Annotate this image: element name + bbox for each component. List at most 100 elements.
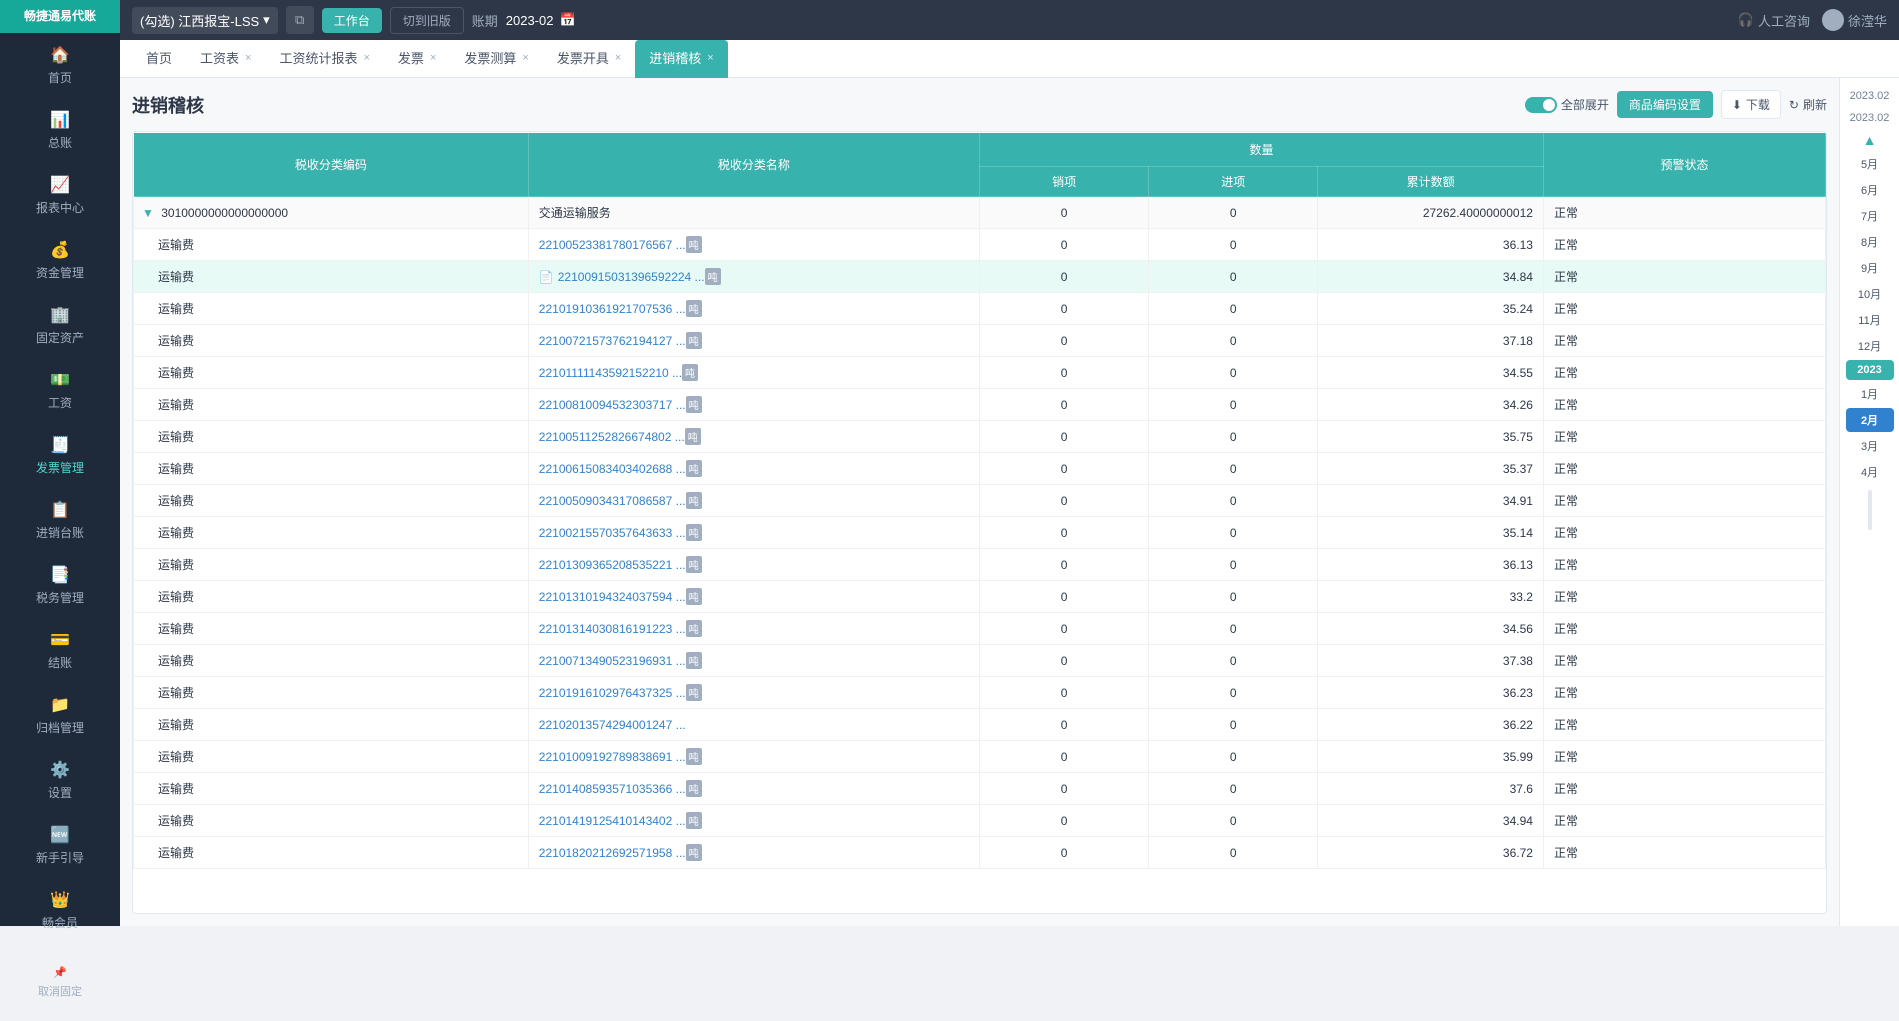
calendar-month-3[interactable]: 3月 (1846, 434, 1894, 458)
table-row[interactable]: 运输费 22101314030816191223 ...吨 0 0 34.56 … (134, 613, 1826, 645)
tab-close-invoice-verify[interactable]: × (707, 52, 713, 64)
calendar-month-10[interactable]: 10月 (1846, 282, 1894, 306)
col-tax-name: 税收分类名称 (528, 133, 979, 197)
item-status-cell: 正常 (1543, 229, 1825, 261)
invoice-mgmt-icon: 🧾 (50, 435, 70, 455)
table-row[interactable]: 运输费 22101910361921707536 ...吨 0 0 35.24 … (134, 293, 1826, 325)
table-row[interactable]: 运输费 22101916102976437325 ...吨 0 0 36.23 … (134, 677, 1826, 709)
table-row[interactable]: 运输费 22100511252826674802 ...吨 0 0 35.75 … (134, 421, 1826, 453)
tab-close-invoice[interactable]: × (430, 52, 436, 64)
sidebar-item-reports[interactable]: 📈 报表中心 (0, 163, 120, 228)
item-sale-cell: 0 (979, 837, 1148, 869)
calendar-month-2-active[interactable]: 2月 (1846, 408, 1894, 432)
user-menu[interactable]: 徐滢华 (1822, 9, 1887, 31)
sidebar-item-home[interactable]: 🏠 首页 (0, 33, 120, 98)
calendar-month-11[interactable]: 11月 (1846, 308, 1894, 332)
toggle-switch[interactable] (1525, 97, 1557, 113)
item-purchase-cell: 0 (1149, 741, 1318, 773)
item-sale-cell: 0 (979, 677, 1148, 709)
sidebar-item-purchase-sales[interactable]: 📋 进销台账 (0, 488, 120, 553)
company-selector[interactable]: (勾选) 江西报宝-LSS ▾ (132, 7, 278, 34)
item-cumulative-cell: 37.38 (1318, 645, 1544, 677)
table-row[interactable]: 运输费 22100523381780176567 ...吨 0 0 36.13 … (134, 229, 1826, 261)
table-row[interactable]: 运输费 📄22100915031396592224 ...吨 0 0 34.84… (134, 261, 1826, 293)
table-row[interactable]: 运输费 22100810094532303717 ...吨 0 0 34.26 … (134, 389, 1826, 421)
sidebar-item-archive[interactable]: 📁 归档管理 (0, 683, 120, 748)
item-sale-cell: 0 (979, 645, 1148, 677)
calendar-month-1[interactable]: 1月 (1846, 382, 1894, 406)
item-name-cell: 运输费 (134, 773, 529, 805)
sidebar-item-ledger[interactable]: 📊 总账 (0, 98, 120, 163)
item-name-cell: 运输费 (134, 741, 529, 773)
tab-close-invoice-calc[interactable]: × (522, 52, 528, 64)
topbar: (勾选) 江西报宝-LSS ▾ ⧉ 工作台 切到旧版 账期 2023-02 📅 … (120, 0, 1899, 40)
sidebar-logo[interactable]: 畅捷通易代账 (0, 0, 120, 33)
calendar-month-8[interactable]: 8月 (1846, 230, 1894, 254)
table-row[interactable]: 运输费 22100215570357643633 ...吨 0 0 35.14 … (134, 517, 1826, 549)
sidebar-item-guide[interactable]: 🆕 新手引导 (0, 813, 120, 878)
expand-all-toggle[interactable]: 全部展开 (1525, 96, 1609, 113)
refresh-button[interactable]: ↻ 刷新 (1789, 96, 1827, 113)
headset-icon: 🎧 (1738, 12, 1754, 28)
table-row[interactable]: 运输费 22100713490523196931 ...吨 0 0 37.38 … (134, 645, 1826, 677)
sidebar-item-tax[interactable]: 📑 税务管理 (0, 553, 120, 618)
download-button[interactable]: ⬇ 下载 (1721, 90, 1781, 119)
col-purchase: 进项 (1149, 167, 1318, 197)
item-cumulative-cell: 36.23 (1318, 677, 1544, 709)
sidebar-item-member[interactable]: 👑 畅会员 (0, 878, 120, 943)
content-main: 进销稽核 全部展开 商品编码设置 ⬇ 下载 ↻ 刷新 (120, 78, 1839, 926)
table-row[interactable]: 运输费 22101009192789838691 ...吨 0 0 35.99 … (134, 741, 1826, 773)
item-name-cell: 运输费 (134, 613, 529, 645)
tab-invoice-calc[interactable]: 发票测算 × (450, 40, 542, 78)
support-button[interactable]: 🎧 人工咨询 (1738, 11, 1810, 30)
tax-icon: 📑 (50, 565, 70, 585)
sidebar-item-salary[interactable]: 💵 工资 (0, 358, 120, 423)
salary-icon: 💵 (50, 370, 70, 390)
calendar-icon[interactable]: 📅 (559, 12, 575, 28)
sidebar-item-invoice-mgmt[interactable]: 🧾 发票管理 (0, 423, 120, 488)
unpin-button[interactable]: 📌 取消固定 (0, 954, 120, 1011)
item-sale-cell: 0 (979, 741, 1148, 773)
item-cumulative-cell: 36.13 (1318, 549, 1544, 581)
table-row[interactable]: 运输费 22101820212692571958 ...吨 0 0 36.72 … (134, 837, 1826, 869)
table-row[interactable]: 运输费 22100721573762194127 ...吨 0 0 37.18 … (134, 325, 1826, 357)
table-row[interactable]: 运输费 22102013574294001247 ... 0 0 36.22 正… (134, 709, 1826, 741)
table-row[interactable]: ▼ 3010000000000000000 交通运输服务 0 0 27262.4… (134, 197, 1826, 229)
calendar-month-4[interactable]: 4月 (1846, 460, 1894, 484)
tab-close-salary-stats[interactable]: × (363, 52, 369, 64)
tab-invoice-verify[interactable]: 进销稽核 × (635, 40, 727, 78)
calendar-year-top: 2023.02 (1850, 86, 1890, 106)
sidebar-item-settings[interactable]: ⚙️ 设置 (0, 748, 120, 813)
table-row[interactable]: 运输费 22101310194324037594 ...吨 0 0 33.2 正… (134, 581, 1826, 613)
copy-button[interactable]: ⧉ (286, 6, 314, 34)
item-invoice-cell: 22101910361921707536 ...吨 (528, 293, 979, 325)
tab-salary-stats[interactable]: 工资统计报表 × (265, 40, 383, 78)
table-row[interactable]: 运输费 22101111143592152210 ...吨 0 0 34.55 … (134, 357, 1826, 389)
workbench-button[interactable]: 工作台 (322, 8, 382, 33)
tab-home[interactable]: 首页 (132, 40, 186, 78)
calendar-month-9[interactable]: 9月 (1846, 256, 1894, 280)
tab-salary[interactable]: 工资表 × (186, 40, 265, 78)
table-row[interactable]: 运输费 22101419125410143402 ...吨 0 0 34.94 … (134, 805, 1826, 837)
tab-invoice[interactable]: 发票 × (384, 40, 450, 78)
tab-close-salary[interactable]: × (245, 52, 251, 64)
calendar-up-arrow[interactable]: ▲ (1863, 132, 1877, 148)
tab-invoice-open[interactable]: 发票开具 × (543, 40, 635, 78)
calendar-year-2023[interactable]: 2023 (1846, 360, 1894, 380)
tabbar: 首页 工资表 × 工资统计报表 × 发票 × 发票测算 × 发票开具 × (120, 40, 1899, 78)
unit-tag: 吨 (686, 812, 702, 829)
sidebar-item-assets[interactable]: 🏢 固定资产 (0, 293, 120, 358)
sidebar-item-settlement[interactable]: 💳 结账 (0, 618, 120, 683)
product-code-settings-button[interactable]: 商品编码设置 (1617, 91, 1713, 118)
calendar-month-12[interactable]: 12月 (1846, 334, 1894, 358)
table-row[interactable]: 运输费 22101408593571035366 ...吨 0 0 37.6 正… (134, 773, 1826, 805)
table-row[interactable]: 运输费 22101309365208535221 ...吨 0 0 36.13 … (134, 549, 1826, 581)
calendar-month-6[interactable]: 6月 (1846, 178, 1894, 202)
sidebar-item-funds[interactable]: 💰 资金管理 (0, 228, 120, 293)
calendar-month-5[interactable]: 5月 (1846, 152, 1894, 176)
table-row[interactable]: 运输费 22100615083403402688 ...吨 0 0 35.37 … (134, 453, 1826, 485)
calendar-month-7[interactable]: 7月 (1846, 204, 1894, 228)
table-row[interactable]: 运输费 22100509034317086587 ...吨 0 0 34.91 … (134, 485, 1826, 517)
tab-close-invoice-open[interactable]: × (615, 52, 621, 64)
switch-old-button[interactable]: 切到旧版 (390, 7, 464, 34)
